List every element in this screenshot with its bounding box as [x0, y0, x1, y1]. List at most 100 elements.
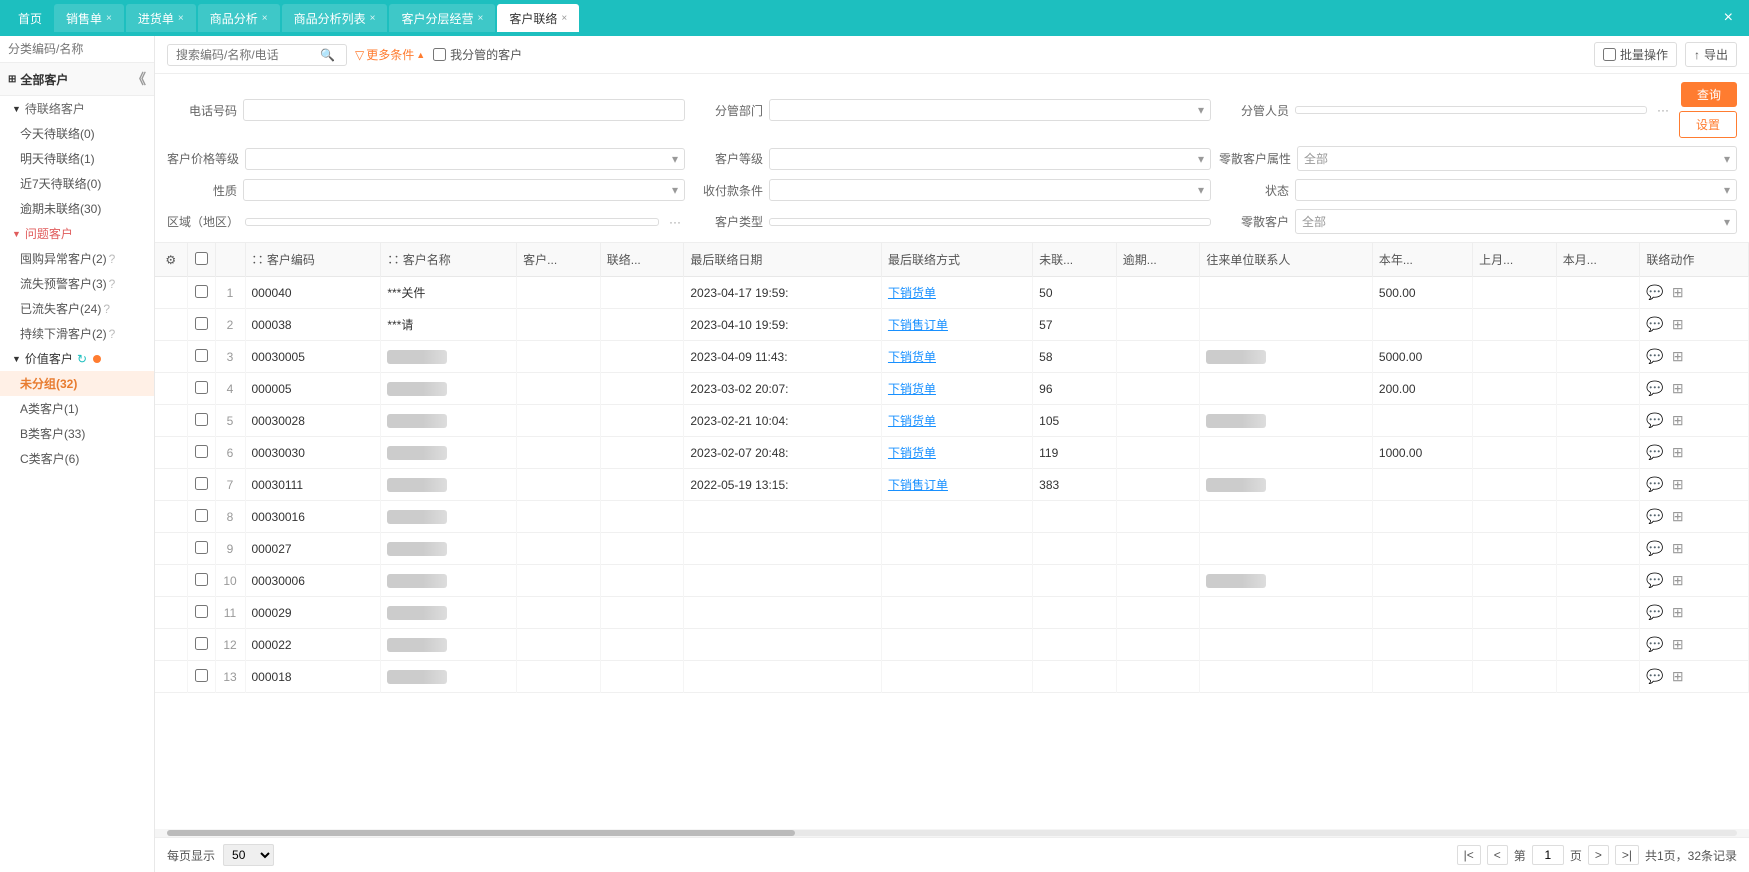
message-icon[interactable]: 💬 [1646, 476, 1663, 493]
sidebar-item-class-a[interactable]: A类客户(1) [0, 396, 154, 421]
grid-action-icon[interactable]: ⊞ [1672, 604, 1684, 621]
grid-action-icon[interactable]: ⊞ [1672, 444, 1684, 461]
filter-search-icon[interactable]: 🔍 [320, 48, 335, 62]
sidebar-item-class-c[interactable]: C类客户(6) [0, 446, 154, 471]
message-icon[interactable]: 💬 [1646, 316, 1663, 333]
grid-action-icon[interactable]: ⊞ [1672, 380, 1684, 397]
contact-method-link[interactable]: 下销售订单 [888, 318, 948, 332]
nav-tab-customer-layer[interactable]: 客户分层经营 × [389, 4, 495, 32]
sidebar-item-tomorrow-contact[interactable]: 明天待联络(1) [0, 146, 154, 171]
row-checkbox[interactable] [195, 477, 208, 490]
row-checkbox[interactable] [195, 381, 208, 394]
grid-action-icon[interactable]: ⊞ [1672, 348, 1684, 365]
cell-code[interactable]: 00030030 [245, 437, 381, 469]
cell-last-contact-method[interactable]: 下销货单 [881, 405, 1032, 437]
export-button[interactable]: ↑ 导出 [1685, 42, 1737, 67]
cell-last-contact-method[interactable]: 下销售订单 [881, 469, 1032, 501]
my-customers-checkbox[interactable] [433, 48, 446, 61]
cell-last-contact-method[interactable]: 下销货单 [881, 277, 1032, 309]
grid-action-icon[interactable]: ⊞ [1672, 636, 1684, 653]
col-code[interactable]: ∷ 客户编码 [245, 243, 381, 277]
message-icon[interactable]: 💬 [1646, 444, 1663, 461]
cell-code[interactable]: 000040 [245, 277, 381, 309]
col-this-year[interactable]: 本年... [1372, 243, 1472, 277]
row-checkbox[interactable] [195, 509, 208, 522]
next-page-button[interactable]: > [1588, 845, 1609, 865]
message-icon[interactable]: 💬 [1646, 412, 1663, 429]
grid-action-icon[interactable]: ⊞ [1672, 508, 1684, 525]
sidebar-item-class-b[interactable]: B类客户(33) [0, 421, 154, 446]
grid-action-icon[interactable]: ⊞ [1672, 412, 1684, 429]
grid-action-icon[interactable]: ⊞ [1672, 572, 1684, 589]
select-all-checkbox[interactable] [195, 252, 208, 265]
col-contact[interactable]: 联络... [600, 243, 684, 277]
row-checkbox[interactable] [195, 541, 208, 554]
message-icon[interactable]: 💬 [1646, 636, 1663, 653]
col-last-contact-date[interactable]: 最后联络日期 [684, 243, 882, 277]
price-level-select[interactable]: ▾ [245, 148, 685, 170]
nav-tab-sales[interactable]: 销售单 × [54, 4, 124, 32]
customer-level-select[interactable]: ▾ [769, 148, 1211, 170]
close-customer-contact-icon[interactable]: × [561, 13, 567, 24]
prev-page-button[interactable]: < [1487, 845, 1508, 865]
close-all-button[interactable]: × [1716, 9, 1741, 27]
col-not-contact[interactable]: 未联... [1033, 243, 1117, 277]
query-button[interactable]: 查询 [1681, 82, 1737, 107]
cell-last-contact-method[interactable]: 下销货单 [881, 373, 1032, 405]
cell-code[interactable]: 000018 [245, 661, 381, 693]
message-icon[interactable]: 💬 [1646, 508, 1663, 525]
nav-tab-analysis-list[interactable]: 商品分析列表 × [282, 4, 388, 32]
batch-checkbox[interactable] [1603, 48, 1616, 61]
nav-tab-analysis[interactable]: 商品分析 × [198, 4, 280, 32]
row-checkbox[interactable] [195, 573, 208, 586]
region-select[interactable] [245, 218, 659, 226]
cell-last-contact-method[interactable]: 下销货单 [881, 437, 1032, 469]
region-more-icon[interactable]: ··· [665, 215, 685, 229]
message-icon[interactable]: 💬 [1646, 572, 1663, 589]
nature-select[interactable]: ▾ [243, 179, 685, 201]
sidebar-item-lostwarning[interactable]: 流失预警客户(3) ? [0, 271, 154, 296]
status-select[interactable]: ▾ [1295, 179, 1737, 201]
row-checkbox[interactable] [195, 413, 208, 426]
contact-method-link[interactable]: 下销货单 [888, 414, 936, 428]
close-sales-icon[interactable]: × [106, 13, 112, 24]
col-last-month[interactable]: 上月... [1473, 243, 1557, 277]
problem-customers-group[interactable]: ▼ 问题客户 [0, 221, 154, 246]
phone-input[interactable] [243, 99, 685, 121]
grid-action-icon[interactable]: ⊞ [1672, 476, 1684, 493]
dept-select[interactable]: ▾ [769, 99, 1211, 121]
nav-tab-purchase[interactable]: 进货单 × [126, 4, 196, 32]
cell-last-contact-method[interactable]: 下销售订单 [881, 309, 1032, 341]
cell-code[interactable]: 00030005 [245, 341, 381, 373]
row-checkbox[interactable] [195, 317, 208, 330]
col-settings[interactable]: ⚙ [155, 243, 187, 277]
more-conditions-button[interactable]: ▽ 更多条件 ▲ [355, 46, 425, 63]
all-customers-header[interactable]: ⊞ 全部客户 《 [0, 63, 154, 96]
message-icon[interactable]: 💬 [1646, 380, 1663, 397]
nav-home[interactable]: 首页 [8, 4, 52, 32]
close-analysis-icon[interactable]: × [262, 13, 268, 24]
sidebar-search-input[interactable] [8, 42, 155, 56]
close-analysis-list-icon[interactable]: × [370, 13, 376, 24]
sidebar-item-7day-contact[interactable]: 近7天待联络(0) [0, 171, 154, 196]
pending-contact-group[interactable]: ▼ 待联络客户 [0, 96, 154, 121]
message-icon[interactable]: 💬 [1646, 540, 1663, 557]
cell-code[interactable]: 000038 [245, 309, 381, 341]
page-number-input[interactable] [1532, 845, 1564, 865]
contact-method-link[interactable]: 下销货单 [888, 446, 936, 460]
scrollbar-thumb[interactable] [167, 830, 795, 836]
contact-method-link[interactable]: 下销售订单 [888, 478, 948, 492]
batch-op-button[interactable]: 批量操作 [1594, 42, 1677, 67]
col-last-contact-method[interactable]: 最后联络方式 [881, 243, 1032, 277]
row-checkbox[interactable] [195, 669, 208, 682]
cell-code[interactable]: 00030028 [245, 405, 381, 437]
payment-select[interactable]: ▾ [769, 179, 1211, 201]
contact-method-link[interactable]: 下销货单 [888, 382, 936, 396]
nav-tab-customer-contact[interactable]: 客户联络 × [497, 4, 579, 32]
message-icon[interactable]: 💬 [1646, 604, 1663, 621]
grid-action-icon[interactable]: ⊞ [1672, 668, 1684, 685]
sidebar-collapse-icon[interactable]: 《 [132, 69, 146, 89]
horizontal-scrollbar[interactable] [155, 829, 1749, 837]
sidebar-item-today-contact[interactable]: 今天待联络(0) [0, 121, 154, 146]
row-checkbox[interactable] [195, 285, 208, 298]
